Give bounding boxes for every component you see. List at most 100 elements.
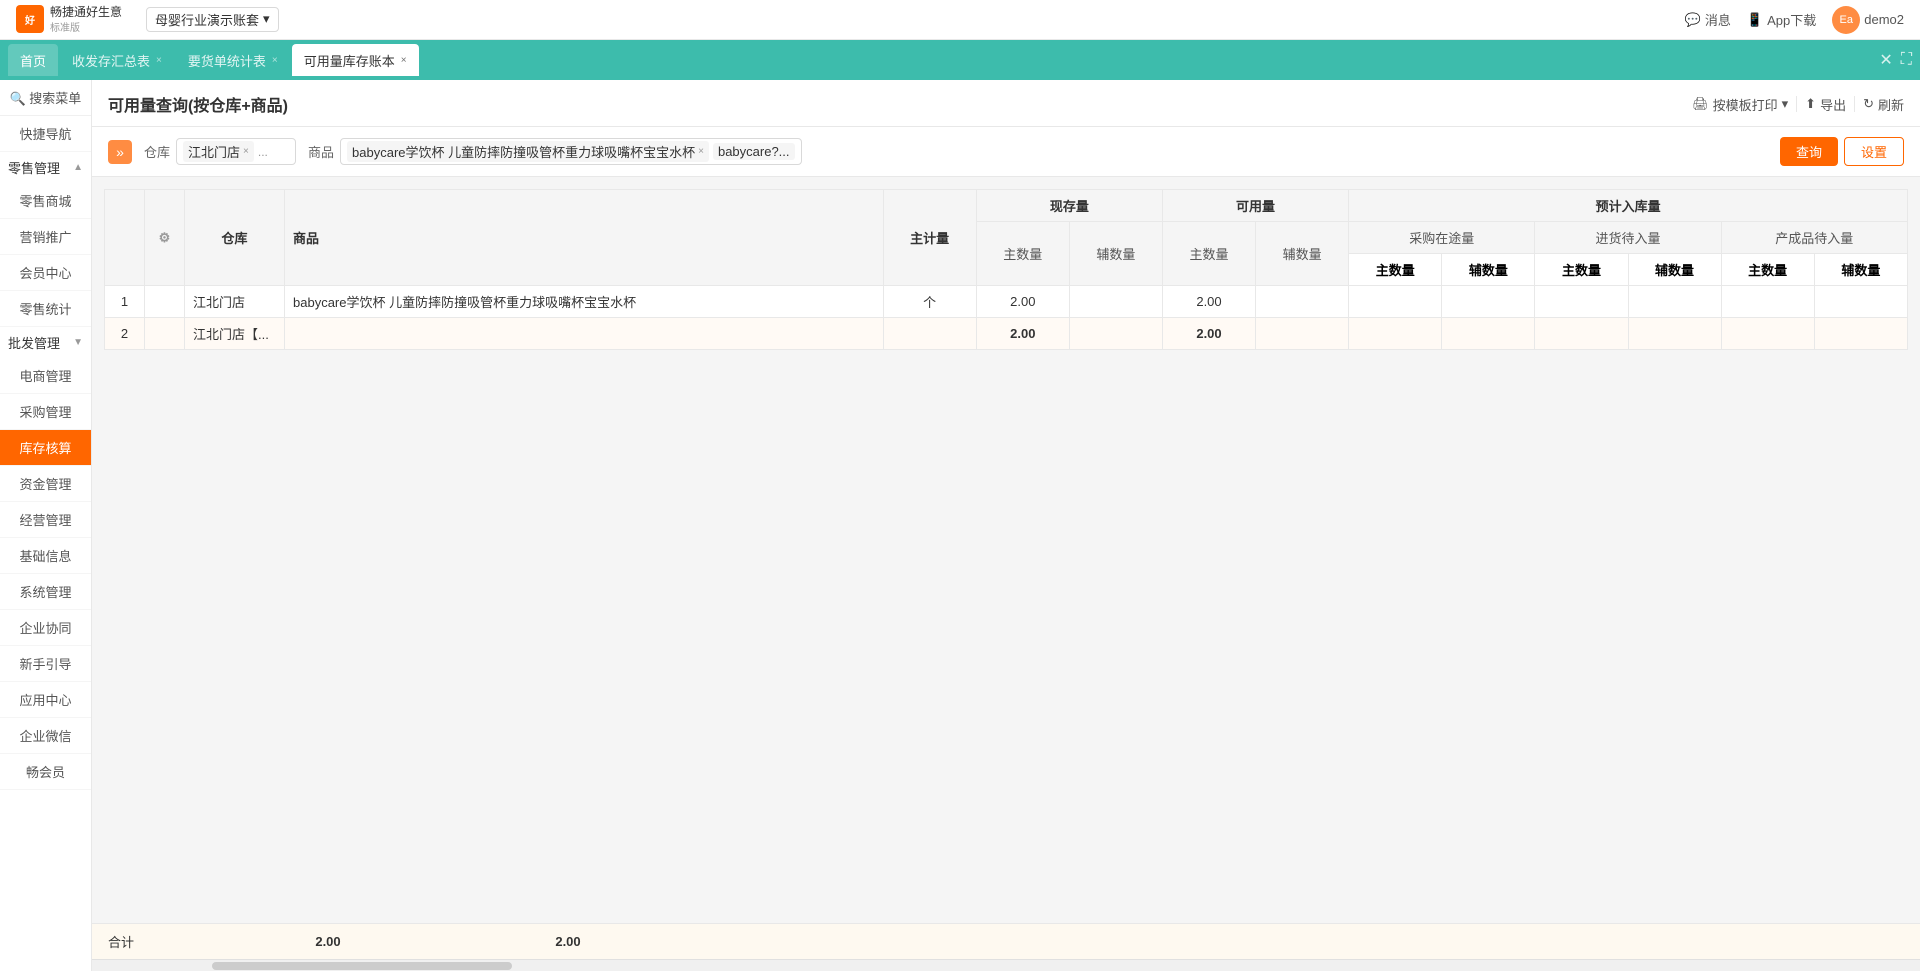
summary-current-main: 2.00 bbox=[268, 934, 388, 949]
industry-selector[interactable]: 母婴行业演示账套 ▾ bbox=[146, 7, 279, 32]
td-unit-2 bbox=[883, 318, 976, 350]
summary-available-main: 2.00 bbox=[508, 934, 628, 949]
th-available-main: 主数量 bbox=[1162, 222, 1255, 286]
tab-orders-close[interactable]: × bbox=[272, 55, 278, 66]
table-row: 2 江北门店【... 2.00 2.00 bbox=[105, 318, 1908, 350]
message-label: 消息 bbox=[1705, 10, 1731, 29]
remove-warehouse-icon[interactable]: × bbox=[243, 146, 249, 157]
bottom-scrollbar[interactable] bbox=[92, 959, 1920, 971]
sidebar-item-label: 库存核算 bbox=[19, 438, 71, 457]
td-prod-main-1 bbox=[1721, 286, 1814, 318]
sidebar-quick-nav[interactable]: 快捷导航 bbox=[0, 116, 91, 152]
divider2 bbox=[1854, 96, 1855, 112]
sidebar-item-label: 资金管理 bbox=[19, 474, 71, 493]
th-inbound-main: 主数量 bbox=[1535, 254, 1628, 286]
settings-button[interactable]: 设置 bbox=[1844, 137, 1904, 166]
tab-orders[interactable]: 要货单统计表 × bbox=[176, 44, 290, 76]
product-tag-container[interactable]: babycare学饮杯 儿童防摔防撞吸管杯重力球吸嘴杯宝宝水杯 × babyca… bbox=[340, 138, 801, 165]
summary-label: 合计 bbox=[108, 932, 268, 951]
page-actions: 🖨 按模板打印 ▾ ⬆ 导出 ↻ 刷新 bbox=[1692, 95, 1904, 114]
th-settings[interactable]: ⚙ bbox=[145, 190, 185, 286]
tab-receipts[interactable]: 收发存汇总表 × bbox=[60, 44, 174, 76]
refresh-btn[interactable]: ↻ 刷新 bbox=[1863, 95, 1904, 114]
data-table: ⚙ 仓库 商品 主计量 现存量 可用量 预计入库量 主数量 辅数量 主数量 辅数… bbox=[104, 189, 1908, 350]
td-pur-aux-2 bbox=[1442, 318, 1535, 350]
sidebar-item-retail-stats[interactable]: 零售统计 bbox=[0, 291, 91, 327]
td-pur-aux-1 bbox=[1442, 286, 1535, 318]
table-wrapper: ⚙ 仓库 商品 主计量 现存量 可用量 预计入库量 主数量 辅数量 主数量 辅数… bbox=[92, 177, 1920, 923]
sidebar-item-enterprise[interactable]: 企业协同 bbox=[0, 610, 91, 646]
sidebar-item-label: 采购管理 bbox=[19, 402, 71, 421]
username: demo2 bbox=[1864, 12, 1904, 27]
query-button[interactable]: 查询 bbox=[1780, 137, 1838, 166]
warehouse-tag: 江北门店 × bbox=[183, 141, 254, 162]
top-bar: 好 畅捷通好生意 标准版 母婴行业演示账套 ▾ 💬 消息 📱 App下载 Ea … bbox=[0, 0, 1920, 40]
td-prod-main-2 bbox=[1721, 318, 1814, 350]
product-filter: 商品 babycare学饮杯 儿童防摔防撞吸管杯重力球吸嘴杯宝宝水杯 × bab… bbox=[308, 138, 802, 165]
page-title: 可用量查询(按仓库+商品) bbox=[108, 92, 288, 116]
chevron-down-icon: ▾ bbox=[263, 11, 270, 27]
warehouse-filter: 仓库 江北门店 × ... bbox=[144, 138, 296, 165]
tab-receipts-label: 收发存汇总表 bbox=[72, 51, 150, 70]
tab-available-close[interactable]: × bbox=[401, 55, 407, 66]
close-all-icon[interactable]: ✕ bbox=[1879, 50, 1892, 70]
sidebar-item-member[interactable]: 会员中心 bbox=[0, 255, 91, 291]
td-cur-aux-2 bbox=[1069, 318, 1162, 350]
sidebar-item-retail-mgmt[interactable]: 零售管理 ▲ bbox=[0, 152, 91, 183]
tab-available[interactable]: 可用量库存账本 × bbox=[292, 44, 419, 76]
search-label: 搜索菜单 bbox=[29, 91, 81, 106]
sidebar-item-basic-info[interactable]: 基础信息 bbox=[0, 538, 91, 574]
nav-tabs: 首页 收发存汇总表 × 要货单统计表 × 可用量库存账本 × ✕ ⛶ bbox=[0, 40, 1920, 80]
content-area: 可用量查询(按仓库+商品) 🖨 按模板打印 ▾ ⬆ 导出 ↻ bbox=[92, 80, 1920, 971]
settings-gear-icon[interactable]: ⚙ bbox=[159, 230, 171, 245]
sidebar-item-wholesale[interactable]: 批发管理 ▼ bbox=[0, 327, 91, 358]
tab-home[interactable]: 首页 bbox=[8, 44, 58, 76]
th-warehouse: 仓库 bbox=[185, 190, 285, 286]
td-no-2: 2 bbox=[105, 318, 145, 350]
remove-product-1-icon[interactable]: × bbox=[698, 146, 704, 157]
filter-expand-btn[interactable]: » bbox=[108, 140, 132, 164]
sidebar-item-label: 营销推广 bbox=[19, 227, 71, 246]
td-avail-main-1: 2.00 bbox=[1162, 286, 1255, 318]
sidebar-item-label: 应用中心 bbox=[19, 690, 71, 709]
warehouse-tag-container[interactable]: 江北门店 × ... bbox=[176, 138, 296, 165]
sidebar-search[interactable]: 🔍 搜索菜单 bbox=[0, 80, 91, 116]
th-available-aux: 辅数量 bbox=[1256, 222, 1349, 286]
th-no bbox=[105, 190, 145, 286]
sidebar-item-label: 新手引导 bbox=[19, 654, 71, 673]
sidebar-item-purchase[interactable]: 采购管理 bbox=[0, 394, 91, 430]
sidebar-item-retail-mall[interactable]: 零售商城 bbox=[0, 183, 91, 219]
refresh-icon: ↻ bbox=[1863, 96, 1874, 112]
expand-icon[interactable]: ⛶ bbox=[1901, 51, 1912, 69]
sidebar-item-label: 系统管理 bbox=[19, 582, 71, 601]
template-print-btn[interactable]: 🖨 按模板打印 ▾ bbox=[1692, 95, 1788, 114]
summary-values: 2.00 2.00 bbox=[268, 934, 1904, 949]
arrow-icon: ▼ bbox=[73, 337, 83, 348]
warehouse-label: 仓库 bbox=[144, 142, 170, 161]
user-area[interactable]: Ea demo2 bbox=[1832, 6, 1904, 34]
sidebar-item-marketing[interactable]: 营销推广 bbox=[0, 219, 91, 255]
top-bar-left: 好 畅捷通好生意 标准版 母婴行业演示账套 ▾ bbox=[16, 5, 279, 34]
th-planned-inbound: 预计入库量 bbox=[1349, 190, 1908, 222]
sidebar-item-app-center[interactable]: 应用中心 bbox=[0, 682, 91, 718]
app-download-btn[interactable]: 📱 App下载 bbox=[1747, 10, 1816, 29]
export-btn[interactable]: ⬆ 导出 bbox=[1805, 95, 1846, 114]
sidebar-item-enterprise-wechat[interactable]: 企业微信 bbox=[0, 718, 91, 754]
sidebar-item-system[interactable]: 系统管理 bbox=[0, 574, 91, 610]
warehouse-more[interactable]: ... bbox=[258, 145, 268, 159]
page-title-row: 可用量查询(按仓库+商品) 🖨 按模板打印 ▾ ⬆ 导出 ↻ bbox=[108, 92, 1904, 116]
sidebar-item-finance[interactable]: 资金管理 bbox=[0, 466, 91, 502]
sidebar-item-ecommerce[interactable]: 电商管理 bbox=[0, 358, 91, 394]
scrollbar-thumb[interactable] bbox=[212, 962, 512, 970]
sidebar-item-vip[interactable]: 畅会员 bbox=[0, 754, 91, 790]
sidebar-item-inventory[interactable]: 库存核算 bbox=[0, 430, 91, 466]
message-btn[interactable]: 💬 消息 bbox=[1685, 10, 1731, 29]
search-icon: 🔍 bbox=[10, 91, 26, 106]
th-production-main: 主数量 bbox=[1721, 254, 1814, 286]
product-tag-text-1: babycare学饮杯 儿童防摔防撞吸管杯重力球吸嘴杯宝宝水杯 bbox=[352, 142, 695, 161]
sidebar-item-label: 会员中心 bbox=[19, 263, 71, 282]
sidebar-item-operations[interactable]: 经营管理 bbox=[0, 502, 91, 538]
th-current-aux: 辅数量 bbox=[1069, 222, 1162, 286]
sidebar-item-newbie[interactable]: 新手引导 bbox=[0, 646, 91, 682]
tab-receipts-close[interactable]: × bbox=[156, 55, 162, 66]
